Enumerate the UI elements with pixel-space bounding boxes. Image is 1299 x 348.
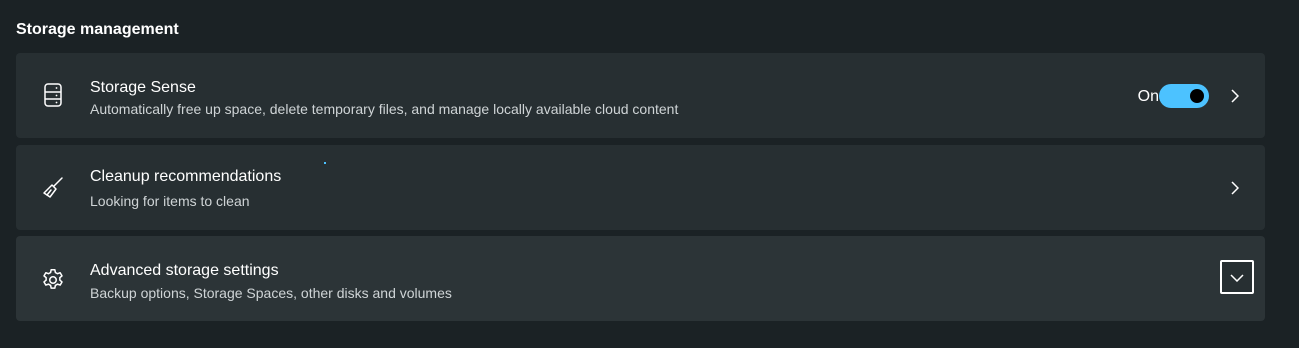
storage-sense-description: Automatically free up space, delete temp… <box>90 101 679 117</box>
broom-icon <box>40 175 66 201</box>
cleanup-recommendations-title: Cleanup recommendations <box>90 168 282 185</box>
cursor-dot <box>324 162 326 164</box>
cleanup-recommendations-description: Looking for items to clean <box>90 193 250 209</box>
storage-sense-card[interactable]: Storage Sense Automatically free up spac… <box>16 53 1265 138</box>
advanced-storage-settings-title: Advanced storage settings <box>90 262 279 279</box>
section-title: Storage management <box>16 21 179 38</box>
advanced-storage-settings-card[interactable]: Advanced storage settings Backup options… <box>16 236 1265 321</box>
storage-drive-icon <box>40 82 66 108</box>
cleanup-recommendations-card[interactable]: Cleanup recommendations Looking for item… <box>16 145 1265 230</box>
chevron-down-icon <box>1230 272 1244 282</box>
expand-button[interactable] <box>1220 260 1254 294</box>
advanced-storage-settings-description: Backup options, Storage Spaces, other di… <box>90 285 452 301</box>
storage-sense-toggle[interactable] <box>1159 84 1209 108</box>
storage-sense-title: Storage Sense <box>90 79 196 96</box>
toggle-knob <box>1190 89 1204 103</box>
chevron-right-icon[interactable] <box>1227 89 1241 103</box>
storage-sense-toggle-label: On <box>1137 88 1159 105</box>
gear-icon <box>40 267 66 293</box>
chevron-right-icon[interactable] <box>1227 181 1241 195</box>
